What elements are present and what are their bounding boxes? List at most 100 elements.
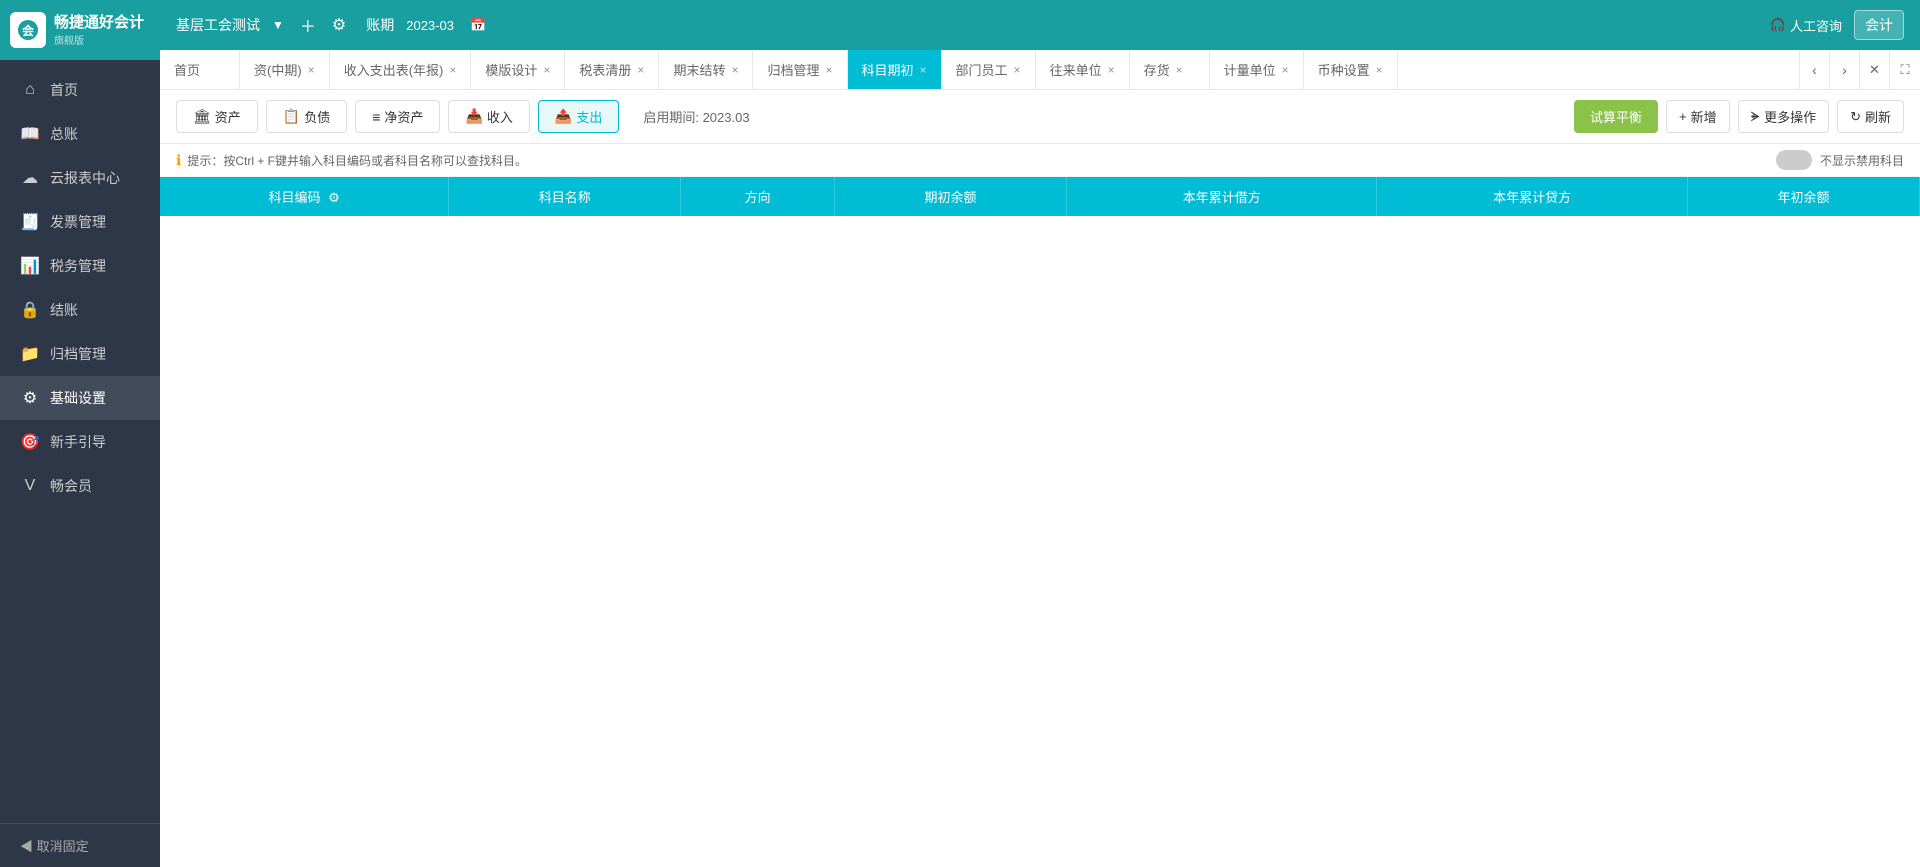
col-header-4: 本年累计借方 [1067,177,1377,216]
setting-icon[interactable]: ⚙ [332,15,346,35]
member-icon: V [20,477,40,495]
sidebar-item-invoice[interactable]: 🧾发票管理 [0,200,160,244]
table-header-row: 科目编码 ⚙科目名称方向期初余额本年累计借方本年累计贷方年初余额 [160,177,1920,216]
closing-icon: 🔒 [20,300,40,320]
tab-close-period_end[interactable]: × [731,63,738,77]
period-value: 2023-03 [406,18,454,33]
sidebar-nav: ⌂ 首页 📖总账☁云报表中心🧾发票管理📊税务管理🔒结账📁归档管理⚙基础设置🎯新手引导… [0,60,160,823]
tab-scroll-left-button[interactable]: ‹ [1800,50,1830,90]
help-label: 人工咨询 [1790,16,1842,35]
refresh-button[interactable]: ↻ 刷新 [1837,100,1904,133]
tab-close-all-button[interactable]: ✕ [1860,50,1890,90]
sidebar-label-tax: 税务管理 [50,256,106,276]
calendar-icon[interactable]: 📅 [470,17,486,33]
tab-close-tax[interactable]: × [637,63,644,77]
add-label: 新增 [1691,107,1717,126]
topbar-right: 🎧 人工咨询 会计 [1770,10,1904,40]
tab-close-balance_mid[interactable]: × [308,63,315,77]
svg-text:会: 会 [22,23,35,38]
period-label: 账期 [366,15,394,35]
tab-subject_init[interactable]: 科目期初× [848,50,942,89]
tab-archive[interactable]: 归档管理× [753,50,847,89]
subtab-liability[interactable]: 📋负债 [266,100,347,133]
company-dropdown-icon[interactable]: ▼ [272,18,284,32]
col-header-6: 年初余额 [1687,177,1919,216]
subtabs-bar: 🏛资产📋负债≡净资产 📥 收入 📤支出 启用期间: 2023.03 试算平衡 + 新增… [160,90,1920,144]
col-settings-icon[interactable]: ⚙ [328,190,340,205]
sidebar-logo: 会 畅捷通好会计 旗舰版 [0,0,160,60]
tab-tax[interactable]: 税表清册 × [565,50,659,89]
tab-income_annual[interactable]: 收入支出表(年报) × [330,50,472,89]
tips-text: 提示：按Ctrl + F键并输入科目编码或者科目名称可以查找科目。 [187,152,527,169]
tab-close-income_annual[interactable]: × [449,63,456,77]
tab-dept[interactable]: 部门员工 × [942,50,1036,89]
plus-icon: + [1679,109,1687,124]
more-operations-button[interactable]: ᗙ 更多操作 [1738,100,1829,133]
tab-label-inventory: 存货 [1144,60,1170,79]
ledger-icon: 📖 [20,124,40,144]
period-info: 启用期间: 2023.03 [643,107,749,126]
net_asset-subtab-icon: ≡ [372,109,380,125]
sidebar-item-tax[interactable]: 📊税务管理 [0,244,160,288]
sidebar-item-home[interactable]: ⌂ 首页 [0,68,160,112]
tab-period_end[interactable]: 期末结转× [659,50,753,89]
cancel-pin-button[interactable]: ◀ 取消固定 [0,823,160,867]
sidebar-label-home: 首页 [50,80,78,100]
subtab-net_asset[interactable]: ≡净资产 [355,100,440,133]
sidebar-item-guide[interactable]: 🎯新手引导 [0,420,160,464]
sidebar-item-settings[interactable]: ⚙基础设置 [0,376,160,420]
subtabs-right: 试算平衡 + 新增 ᗙ 更多操作 ↻ 刷新 [1574,100,1904,133]
app-name: 畅捷通好会计 [54,14,144,32]
tab-label-dept: 部门员工 [956,60,1008,79]
expense-subtab-icon: 📤 [555,108,572,125]
col-header-3: 期初余额 [834,177,1066,216]
tab-close-archive[interactable]: × [825,63,832,77]
tab-label-balance_mid: 资(中期) [254,60,302,79]
sidebar-item-ledger[interactable]: 📖总账 [0,112,160,156]
sidebar-item-closing[interactable]: 🔒结账 [0,288,160,332]
tab-label-tax: 税表清册 [579,60,631,79]
tab-home[interactable]: 首页 [160,50,240,89]
asset-subtab-icon: 🏛 [193,108,211,125]
subtab-asset[interactable]: 🏛资产 [176,100,258,133]
tab-close-inventory[interactable]: × [1176,63,1183,77]
add-button[interactable]: + 新增 [1666,100,1730,133]
tab-close-dept[interactable]: × [1014,63,1021,77]
info-icon: ℹ [176,152,181,169]
reports-icon: ☁ [20,168,40,188]
calc-balance-button[interactable]: 试算平衡 [1574,100,1658,133]
home-icon: ⌂ [20,81,40,99]
tab-balance_mid[interactable]: 资(中期) × [240,50,330,89]
tab-unit[interactable]: 计量单位× [1210,50,1304,89]
tab-close-currency[interactable]: × [1376,63,1383,77]
add-company-button[interactable]: ＋ [296,13,320,37]
sidebar-label-archive: 归档管理 [50,344,106,364]
tabbar: 首页资(中期)×收入支出表(年报)×模版设计×税表清册×期末结转×归档管理×科目… [160,50,1920,90]
toggle-label: 不显示禁用科目 [1820,152,1904,169]
tab-close-partners[interactable]: × [1108,63,1115,77]
disable-toggle[interactable] [1776,150,1812,170]
subtab-label-income: 收入 [487,107,513,126]
tab-expand-button[interactable]: ⛶ [1890,50,1920,90]
tab-template[interactable]: 模版设计× [471,50,565,89]
account-button[interactable]: 会计 [1854,10,1904,40]
sidebar-item-archive[interactable]: 📁归档管理 [0,332,160,376]
help-button[interactable]: 🎧 人工咨询 [1770,16,1842,35]
tab-close-unit[interactable]: × [1282,63,1289,77]
sidebar-item-reports[interactable]: ☁云报表中心 [0,156,160,200]
sidebar-item-member[interactable]: V畅会员 [0,464,160,508]
tab-close-subject_init[interactable]: × [920,63,927,77]
tab-close-template[interactable]: × [543,63,550,77]
col-header-1: 科目名称 [449,177,681,216]
tab-currency[interactable]: 币种设置 × [1304,50,1398,89]
tab-scroll-right-button[interactable]: › [1830,50,1860,90]
tab-label-income_annual: 收入支出表(年报) [344,60,444,79]
subtab-expense[interactable]: 📤支出 [538,100,619,133]
income-subtab-icon: 📥 [465,108,482,125]
subtab-income[interactable]: 📥 收入 [448,100,529,133]
tab-label-currency: 币种设置 [1318,60,1370,79]
tab-inventory[interactable]: 存货 × [1130,50,1210,89]
settings-icon: ⚙ [20,388,40,408]
app-edition: 旗舰版 [54,32,144,47]
tab-partners[interactable]: 往来单位× [1036,50,1130,89]
